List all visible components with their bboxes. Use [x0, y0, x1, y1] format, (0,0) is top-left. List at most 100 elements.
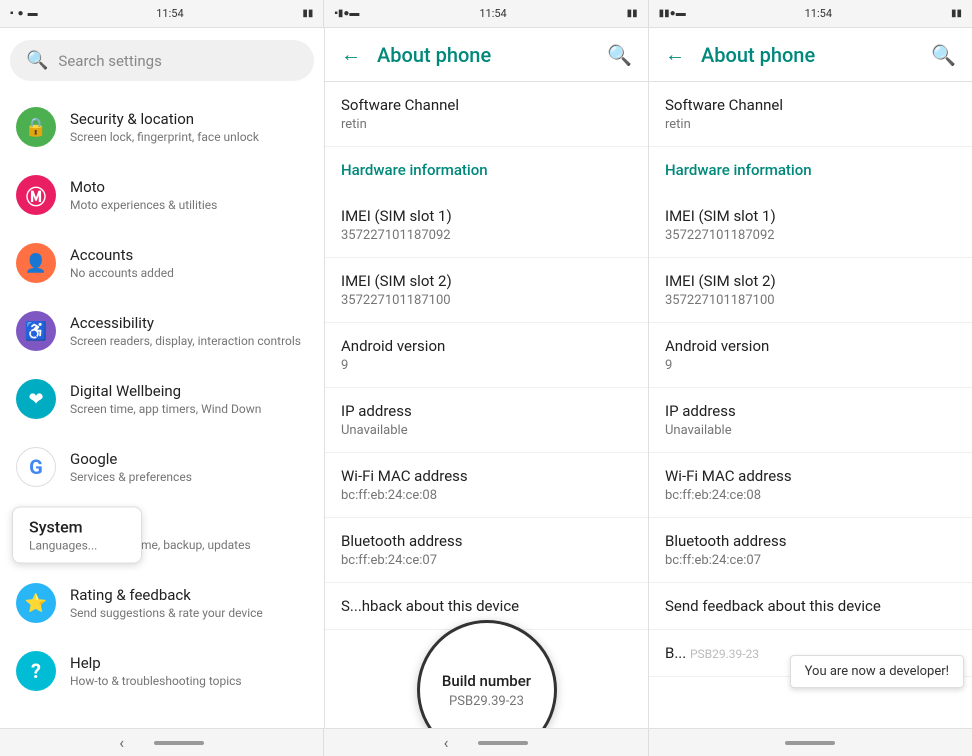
time-left: 11:54	[156, 7, 183, 20]
android-version-title-right: Android version	[665, 337, 956, 355]
battery-icon-right: ▮▮	[951, 8, 962, 19]
bluetooth-title-right: Bluetooth address	[665, 532, 956, 550]
android-version-value-right: 9	[665, 358, 956, 373]
home-pill-left[interactable]	[154, 741, 204, 745]
wifi-mac-value-mid: bc:ff:eb:24:ce:08	[341, 488, 632, 503]
developer-toast: You are now a developer!	[790, 655, 964, 688]
sidebar-item-accounts[interactable]: 👤 Accounts No accounts added	[0, 229, 324, 297]
wifi-mac-title-mid: Wi-Fi MAC address	[341, 467, 632, 485]
battery-icons-left: ▮▮	[302, 8, 313, 19]
moto-icon: Ⓜ	[16, 175, 56, 215]
wifi-mac-item-right[interactable]: Wi-Fi MAC address bc:ff:eb:24:ce:08	[649, 453, 972, 518]
ip-address-title-mid: IP address	[341, 402, 632, 420]
system-tooltip-sub: Languages...	[29, 539, 125, 553]
search-button-right[interactable]: 🔍	[931, 43, 956, 67]
wifi-mac-title-right: Wi-Fi MAC address	[665, 467, 956, 485]
sidebar-item-digital-wellbeing[interactable]: ❤ Digital Wellbeing Screen time, app tim…	[0, 365, 324, 433]
send-feedback-title-right: Send feedback about this device	[665, 597, 956, 615]
back-button-mid[interactable]: ←	[341, 42, 361, 67]
home-pill-right[interactable]	[785, 741, 835, 745]
search-bar[interactable]: 🔍 Search settings	[10, 40, 314, 81]
android-version-item-mid[interactable]: Android version 9	[325, 323, 648, 388]
signal-icon-mid: ▪▮●▬	[334, 8, 359, 19]
nav-segment-left: ‹	[0, 729, 324, 756]
sidebar-item-google[interactable]: G Google Services & preferences	[0, 433, 324, 501]
status-icons-left-1: ▪ ● ▬	[10, 8, 38, 19]
android-version-item-right[interactable]: Android version 9	[649, 323, 972, 388]
back-nav-left[interactable]: ‹	[119, 733, 124, 752]
sidebar-item-help[interactable]: ? Help How-to & troubleshooting topics	[0, 637, 324, 705]
security-icon: 🔒	[16, 107, 56, 147]
sidebar-item-accessibility[interactable]: ♿ Accessibility Screen readers, display,…	[0, 297, 324, 365]
about-header-right: ← About phone 🔍	[649, 28, 972, 82]
imei2-title-mid: IMEI (SIM slot 2)	[341, 272, 632, 290]
time-right: 11:54	[805, 7, 832, 20]
settings-list: 🔒 Security & location Screen lock, finge…	[0, 93, 324, 728]
imei2-item-right[interactable]: IMEI (SIM slot 2) 357227101187100	[649, 258, 972, 323]
software-channel-item-right[interactable]: Software Channel retin	[649, 82, 972, 147]
status-segment-left: ▪ ● ▬ 11:54 ▮▮	[0, 0, 324, 27]
build-number-item-mid[interactable]: Build number PSB29.39-23	[325, 630, 648, 728]
search-placeholder: Search settings	[58, 52, 161, 70]
bluetooth-value-mid: bc:ff:eb:24:ce:07	[341, 553, 632, 568]
battery-icon-1: ▮▮	[302, 8, 313, 19]
sidebar-item-security[interactable]: 🔒 Security & location Screen lock, finge…	[0, 93, 324, 161]
accessibility-text: Accessibility Screen readers, display, i…	[70, 314, 308, 348]
about-header-mid: ← About phone 🔍	[325, 28, 648, 82]
rating-icon: ⭐	[16, 583, 56, 623]
digital-wellbeing-subtitle: Screen time, app timers, Wind Down	[70, 402, 308, 416]
search-button-mid[interactable]: 🔍	[607, 43, 632, 67]
bluetooth-item-mid[interactable]: Bluetooth address bc:ff:eb:24:ce:07	[325, 518, 648, 583]
software-channel-title-right: Software Channel	[665, 96, 956, 114]
status-segment-right: ▮▮●▬ 11:54 ▮▮	[649, 0, 972, 27]
imei1-title-right: IMEI (SIM slot 1)	[665, 207, 956, 225]
send-feedback-item-right[interactable]: Send feedback about this device	[649, 583, 972, 630]
imei2-title-right: IMEI (SIM slot 2)	[665, 272, 956, 290]
about-panel-mid: ← About phone 🔍 Software Channel retin H…	[325, 28, 649, 728]
back-button-right[interactable]: ←	[665, 42, 685, 67]
accounts-subtitle: No accounts added	[70, 266, 308, 280]
imei1-item-mid[interactable]: IMEI (SIM slot 1) 357227101187092	[325, 193, 648, 258]
ip-address-title-right: IP address	[665, 402, 956, 420]
bluetooth-item-right[interactable]: Bluetooth address bc:ff:eb:24:ce:07	[649, 518, 972, 583]
main-container: 🔍 Search settings 🔒 Security & location …	[0, 28, 972, 728]
status-segment-mid: ▪▮●▬ 11:54 ▮▮	[324, 0, 648, 27]
status-icons-mid: ▪▮●▬	[334, 8, 359, 19]
time-mid: 11:54	[479, 7, 506, 20]
accounts-text: Accounts No accounts added	[70, 246, 308, 280]
ip-address-item-right[interactable]: IP address Unavailable	[649, 388, 972, 453]
build-number-circle: Build number PSB29.39-23	[417, 620, 557, 728]
bluetooth-value-right: bc:ff:eb:24:ce:07	[665, 553, 956, 568]
sidebar-item-moto[interactable]: Ⓜ Moto Moto experiences & utilities	[0, 161, 324, 229]
home-pill-mid[interactable]	[478, 741, 528, 745]
imei1-item-right[interactable]: IMEI (SIM slot 1) 357227101187092	[649, 193, 972, 258]
android-version-value-mid: 9	[341, 358, 632, 373]
google-title: Google	[70, 450, 308, 468]
ip-address-item-mid[interactable]: IP address Unavailable	[325, 388, 648, 453]
software-channel-item-mid[interactable]: Software Channel retin	[325, 82, 648, 147]
sidebar-item-rating[interactable]: ⭐ Rating & feedback Send suggestions & r…	[0, 569, 324, 637]
status-icons-right: ▮▮●▬	[659, 8, 686, 19]
accounts-title: Accounts	[70, 246, 308, 264]
about-list-mid: Software Channel retin Hardware informat…	[325, 82, 648, 728]
nav-segment-mid: ‹	[324, 729, 648, 756]
back-nav-mid[interactable]: ‹	[444, 733, 449, 752]
wifi-mac-item-mid[interactable]: Wi-Fi MAC address bc:ff:eb:24:ce:08	[325, 453, 648, 518]
help-title: Help	[70, 654, 308, 672]
software-channel-title-mid: Software Channel	[341, 96, 632, 114]
build-number-value: PSB29.39-23	[449, 694, 524, 709]
accessibility-subtitle: Screen readers, display, interaction con…	[70, 334, 308, 348]
system-tooltip: System Languages...	[12, 507, 142, 564]
about-list-right: Software Channel retin Hardware informat…	[649, 82, 972, 728]
sidebar-item-system[interactable]: System Languages... ℹ System Languages, …	[0, 501, 324, 569]
battery-icons-mid: ▮▮	[627, 8, 638, 19]
imei2-value-right: 357227101187100	[665, 293, 956, 308]
bluetooth-title-mid: Bluetooth address	[341, 532, 632, 550]
imei1-value-mid: 357227101187092	[341, 228, 632, 243]
ip-address-value-right: Unavailable	[665, 423, 956, 438]
accessibility-icon: ♿	[16, 311, 56, 351]
rating-title: Rating & feedback	[70, 586, 308, 604]
imei1-value-right: 357227101187092	[665, 228, 956, 243]
imei2-item-mid[interactable]: IMEI (SIM slot 2) 357227101187100	[325, 258, 648, 323]
accounts-icon: 👤	[16, 243, 56, 283]
